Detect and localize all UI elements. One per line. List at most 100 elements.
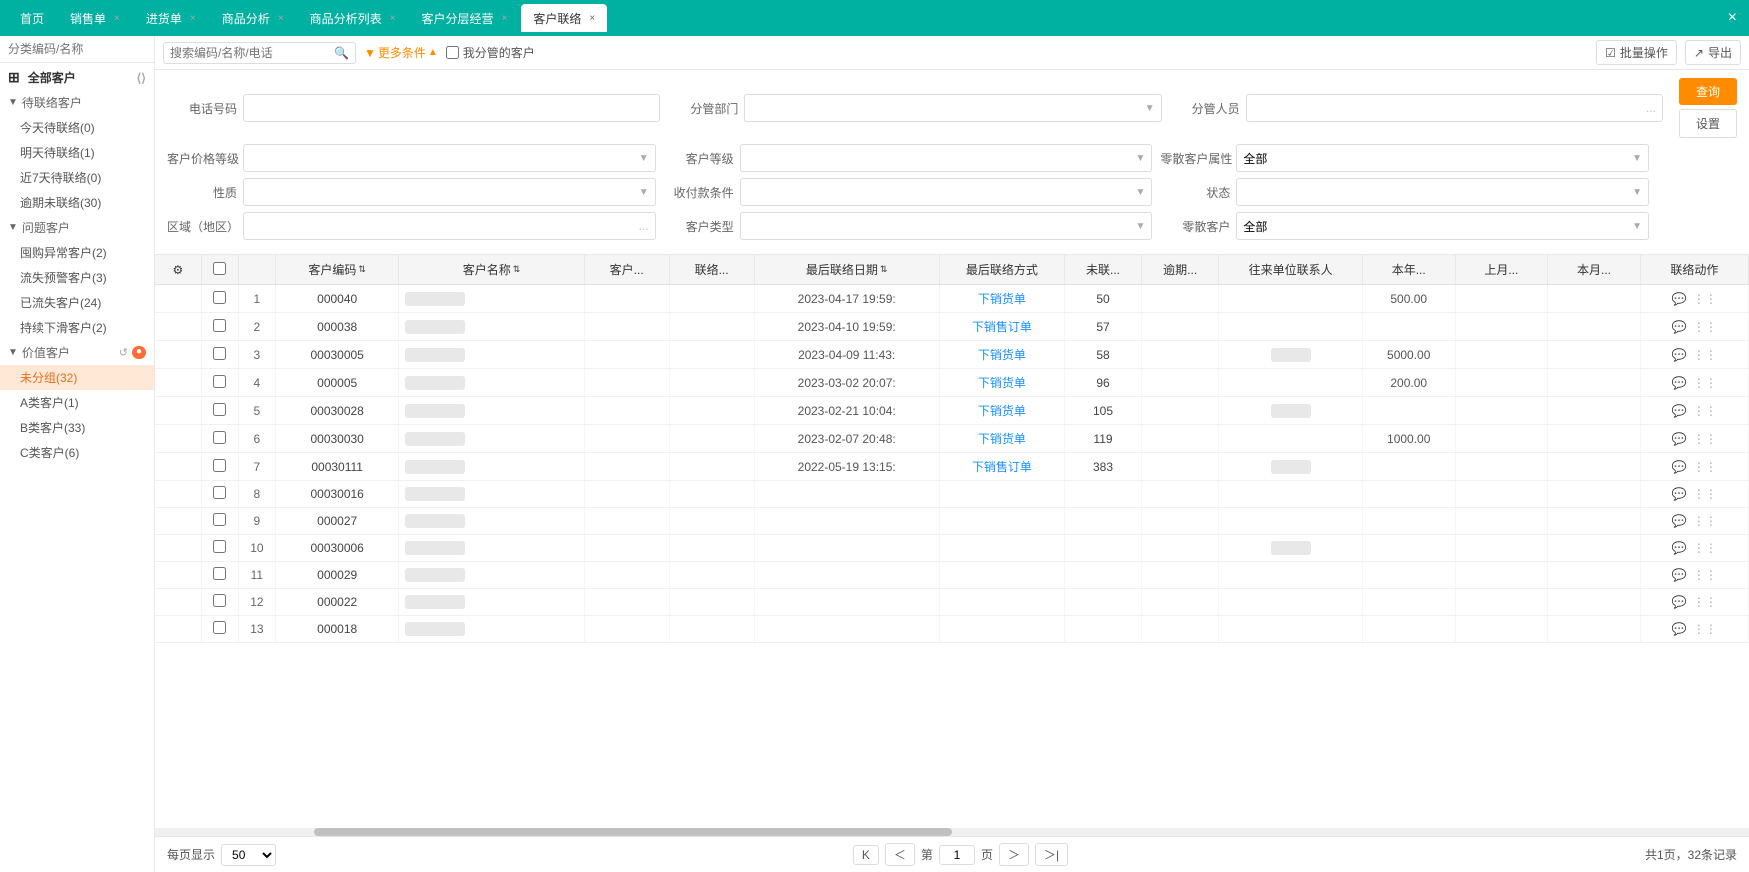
row-checkbox[interactable] xyxy=(213,459,226,472)
cell-checkbox[interactable] xyxy=(201,616,238,643)
row-checkbox[interactable] xyxy=(213,403,226,416)
tab-purchase-close[interactable]: × xyxy=(190,13,196,24)
region-more[interactable]: ... xyxy=(243,212,656,240)
more-icon[interactable]: ⋮⋮ xyxy=(1693,568,1717,582)
cell-checkbox[interactable] xyxy=(201,589,238,616)
message-icon[interactable]: 💬 xyxy=(1672,568,1687,582)
col-customer-name[interactable]: 客户名称⇅ xyxy=(399,255,584,285)
sidebar-item-overdue[interactable]: 逾期未联络(30) xyxy=(0,190,154,215)
nature-select[interactable]: ▼ xyxy=(243,178,656,206)
more-icon[interactable]: ⋮⋮ xyxy=(1693,348,1717,362)
tab-purchase[interactable]: 进货单 × xyxy=(134,4,208,32)
row-checkbox[interactable] xyxy=(213,431,226,444)
sidebar-search-input[interactable] xyxy=(8,42,155,56)
row-checkbox[interactable] xyxy=(213,486,226,499)
scrollbar-thumb[interactable] xyxy=(314,828,952,836)
select-all-checkbox[interactable] xyxy=(213,262,226,275)
row-checkbox[interactable] xyxy=(213,347,226,360)
method-link[interactable]: 下销售订单 xyxy=(972,320,1032,334)
next-page-btn[interactable]: ＞ xyxy=(999,843,1029,866)
more-icon[interactable]: ⋮⋮ xyxy=(1693,292,1717,306)
col-settings[interactable]: ⚙ xyxy=(155,255,201,285)
more-icon[interactable]: ⋮⋮ xyxy=(1693,320,1717,334)
cell-checkbox[interactable] xyxy=(201,285,238,313)
row-checkbox[interactable] xyxy=(213,375,226,388)
cell-checkbox[interactable] xyxy=(201,562,238,589)
row-checkbox[interactable] xyxy=(213,540,226,553)
row-checkbox[interactable] xyxy=(213,594,226,607)
message-icon[interactable]: 💬 xyxy=(1672,460,1687,474)
export-btn[interactable]: ↗ 导出 xyxy=(1685,40,1741,65)
sidebar-item-warning[interactable]: 流失预警客户(3) xyxy=(0,265,154,290)
tab-product-list[interactable]: 商品分析列表 × xyxy=(298,4,408,32)
message-icon[interactable]: 💬 xyxy=(1672,622,1687,636)
tab-customer-contact-close[interactable]: × xyxy=(589,13,595,24)
sidebar-item-ungrouped[interactable]: 未分组(32) xyxy=(0,365,154,390)
cell-checkbox[interactable] xyxy=(201,425,238,453)
customer-level-select[interactable]: ▼ xyxy=(740,144,1153,172)
cell-checkbox[interactable] xyxy=(201,397,238,425)
col-last-month[interactable]: 上月... xyxy=(1455,255,1548,285)
message-icon[interactable]: 💬 xyxy=(1672,376,1687,390)
payment-select[interactable]: ▼ xyxy=(740,178,1153,206)
tab-home[interactable]: 首页 xyxy=(8,4,56,32)
col-not-contacted[interactable]: 未联... xyxy=(1064,255,1141,285)
message-icon[interactable]: 💬 xyxy=(1672,487,1687,501)
more-conditions-btn[interactable]: ▼ 更多条件 ▲ xyxy=(364,44,438,61)
col-last-method[interactable]: 最后联络方式 xyxy=(939,255,1064,285)
sidebar-item-b-class[interactable]: B类客户(33) xyxy=(0,415,154,440)
row-checkbox[interactable] xyxy=(213,319,226,332)
message-icon[interactable]: 💬 xyxy=(1672,595,1687,609)
first-page-btn[interactable]: K xyxy=(853,845,879,865)
more-icon[interactable]: ⋮⋮ xyxy=(1693,487,1717,501)
tab-product-analysis[interactable]: 商品分析 × xyxy=(210,4,296,32)
batch-ops-btn[interactable]: ☑ 批量操作 xyxy=(1596,40,1677,65)
all-customers-header[interactable]: ⊞ 全部客户 ⟨⟩ xyxy=(0,63,154,90)
cell-checkbox[interactable] xyxy=(201,341,238,369)
col-unit-contact[interactable]: 往来单位联系人 xyxy=(1219,255,1363,285)
sidebar-item-a-class[interactable]: A类客户(1) xyxy=(0,390,154,415)
tab-sales[interactable]: 销售单 × xyxy=(58,4,132,32)
message-icon[interactable]: 💬 xyxy=(1672,432,1687,446)
row-checkbox[interactable] xyxy=(213,621,226,634)
message-icon[interactable]: 💬 xyxy=(1672,541,1687,555)
sidebar-item-today[interactable]: 今天待联络(0) xyxy=(0,115,154,140)
more-icon[interactable]: ⋮⋮ xyxy=(1693,432,1717,446)
customer-type-select[interactable]: ▼ xyxy=(740,212,1153,240)
method-link[interactable]: 下销货单 xyxy=(978,376,1026,390)
more-icon[interactable]: ⋮⋮ xyxy=(1693,404,1717,418)
price-level-select[interactable]: ▼ xyxy=(243,144,656,172)
message-icon[interactable]: 💬 xyxy=(1672,348,1687,362)
sidebar-group-value[interactable]: ▼ 价值客户 ↺ ● xyxy=(0,340,154,365)
more-icon[interactable]: ⋮⋮ xyxy=(1693,514,1717,528)
col-contact[interactable]: 联络... xyxy=(669,255,754,285)
manager-more[interactable]: ... xyxy=(1246,94,1663,122)
tab-customer-segment[interactable]: 客户分层经营 × xyxy=(409,4,519,32)
per-page-select[interactable]: 50 100 200 xyxy=(221,844,276,866)
col-customer-type[interactable]: 客户... xyxy=(584,255,669,285)
cell-checkbox[interactable] xyxy=(201,535,238,562)
cell-checkbox[interactable] xyxy=(201,481,238,508)
cell-checkbox[interactable] xyxy=(201,313,238,341)
message-icon[interactable]: 💬 xyxy=(1672,292,1687,306)
tab-product-analysis-close[interactable]: × xyxy=(278,13,284,24)
sidebar-item-abnormal[interactable]: 囤购异常客户(2) xyxy=(0,240,154,265)
row-checkbox[interactable] xyxy=(213,567,226,580)
tab-sales-close[interactable]: × xyxy=(114,13,120,24)
message-icon[interactable]: 💬 xyxy=(1672,404,1687,418)
row-checkbox[interactable] xyxy=(213,513,226,526)
sidebar-item-c-class[interactable]: C类客户(6) xyxy=(0,440,154,465)
query-button[interactable]: 查询 xyxy=(1679,78,1737,105)
more-icon[interactable]: ⋮⋮ xyxy=(1693,622,1717,636)
last-page-btn[interactable]: ＞| xyxy=(1035,843,1068,866)
message-icon[interactable]: 💬 xyxy=(1672,320,1687,334)
col-overdue[interactable]: 逾期... xyxy=(1142,255,1219,285)
more-icon[interactable]: ⋮⋮ xyxy=(1693,541,1717,555)
phone-input[interactable] xyxy=(243,94,660,122)
message-icon[interactable]: 💬 xyxy=(1672,514,1687,528)
prev-page-btn[interactable]: ＜ xyxy=(885,843,915,866)
tab-customer-segment-close[interactable]: × xyxy=(501,13,507,24)
col-this-month[interactable]: 本月... xyxy=(1548,255,1641,285)
row-checkbox[interactable] xyxy=(213,291,226,304)
method-link[interactable]: 下销货单 xyxy=(978,404,1026,418)
